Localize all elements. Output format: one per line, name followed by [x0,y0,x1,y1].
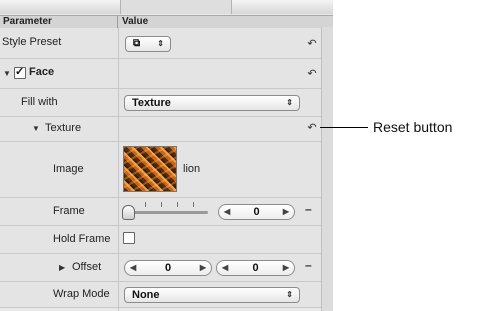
image-name: lion [183,163,201,175]
tab-3[interactable] [232,0,333,14]
disclosure-closed-icon[interactable]: ▶ [59,263,65,272]
texture-image-well[interactable] [123,146,177,192]
value-column-header: Value [122,16,149,27]
frame-value-field[interactable]: ◀ 0 ▶ [218,204,295,220]
face-label: Face [29,66,55,78]
texture-label: Texture [45,122,82,134]
offset-x-value: 0 [164,262,172,274]
inspector-panel: Parameter Value Style Preset ⧉ ⇕ ↶ ▼ ✓ F… [0,0,333,311]
texture-row: ▼ Texture ↶ [0,117,333,142]
wrap-mode-label: Wrap Mode [53,288,110,300]
parameter-column-header: Parameter [3,16,52,27]
minus-icon[interactable]: – [305,258,312,272]
column-divider [118,27,119,311]
tab-2[interactable] [121,0,232,14]
slider-tick [193,202,194,207]
column-header: Parameter Value [0,15,333,29]
disclosure-open-icon[interactable]: ▼ [3,69,11,78]
face-checkbox[interactable]: ✓ [14,66,26,79]
offset-label: Offset [72,261,102,273]
frame-row: Frame ◀ 0 ▶ – [0,198,333,226]
disclosure-open-icon[interactable]: ▼ [32,124,40,133]
popup-arrows-icon: ⇕ [157,39,164,48]
hold-frame-row: Hold Frame [0,226,333,254]
wrap-mode-value: None [132,289,160,301]
hold-frame-checkbox[interactable] [123,232,135,244]
popup-arrows-icon: ⇕ [286,98,293,107]
image-label: Image [53,163,84,175]
offset-x-field[interactable]: ◀ 0 ▶ [124,260,212,276]
reset-button[interactable]: ↶ [305,121,319,134]
style-preset-row: Style Preset ⧉ ⇕ ↶ [0,28,333,59]
face-row: ▼ ✓ Face ↶ [0,59,333,89]
callout-label: Reset button [373,119,453,135]
slider-tick [177,202,178,207]
fill-with-popup[interactable]: Texture ⇕ [124,95,300,111]
popup-arrows-icon: ⇕ [286,290,293,299]
check-icon: ✓ [15,66,25,78]
preset-icon: ⧉ [133,38,141,49]
increment-icon[interactable]: ▶ [200,261,206,275]
reset-icon[interactable]: ↶ [305,67,319,80]
offset-row: ▶ Offset ◀ 0 ▶ ◀ 0 ▶ – [0,254,333,282]
style-preset-popup[interactable]: ⧉ ⇕ [125,36,171,52]
frame-label: Frame [53,205,85,217]
increment-icon[interactable]: ▶ [283,205,289,219]
fill-with-label: Fill with [21,96,58,108]
fill-with-value: Texture [132,97,171,109]
offset-y-field[interactable]: ◀ 0 ▶ [216,260,295,276]
increment-icon[interactable]: ▶ [283,261,289,275]
wrap-mode-row: Wrap Mode None ⇕ [0,282,333,308]
hold-frame-label: Hold Frame [53,233,111,245]
tab-strip [0,0,333,14]
image-row: Image lion [0,142,333,198]
reset-icon[interactable]: ↶ [305,37,319,50]
slider-track [127,211,208,214]
slider-knob[interactable] [122,205,135,220]
tab-1[interactable] [0,0,121,14]
wrap-mode-popup[interactable]: None ⇕ [124,287,300,303]
style-preset-label: Style Preset [2,36,62,48]
callout-line [320,127,368,128]
scrollbar[interactable] [321,27,333,311]
slider-tick [145,202,146,207]
minus-icon[interactable]: – [305,202,312,216]
fill-with-row: Fill with Texture ⇕ [0,89,333,117]
slider-tick [161,202,162,207]
